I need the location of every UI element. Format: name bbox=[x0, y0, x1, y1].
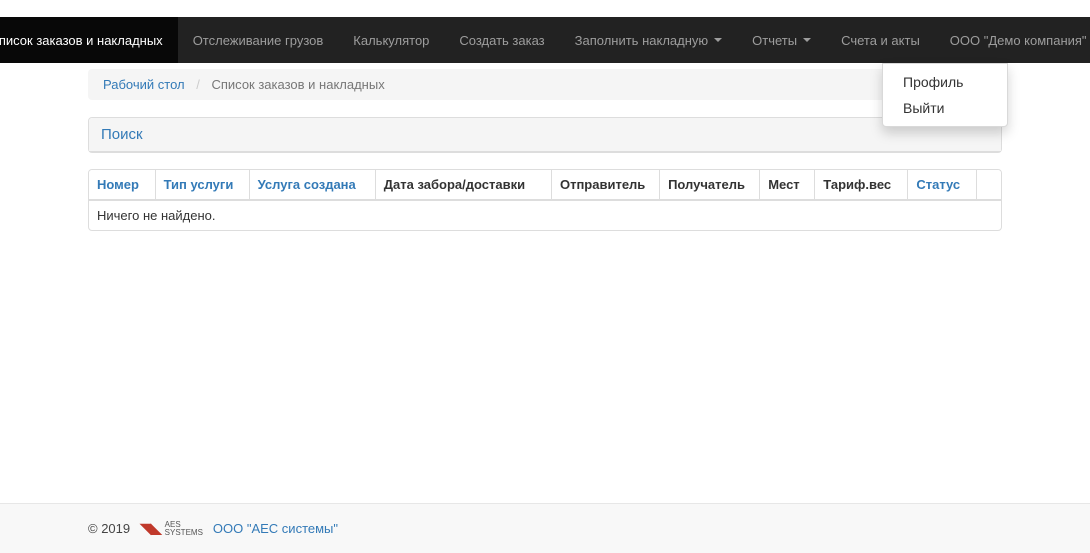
search-panel: Поиск bbox=[88, 117, 1002, 153]
col-service-type[interactable]: Тип услуги bbox=[155, 170, 249, 200]
nav-invoices[interactable]: Счета и акты bbox=[826, 17, 935, 63]
nav-create-order[interactable]: Создать заказ bbox=[444, 17, 559, 63]
breadcrumb-root-link[interactable]: Рабочий стол bbox=[103, 77, 185, 92]
nav-company-menu[interactable]: ООО "Демо компания" bbox=[935, 17, 1090, 63]
col-status[interactable]: Статус bbox=[908, 170, 977, 200]
table-empty-row: Ничего не найдено. bbox=[89, 200, 1001, 230]
col-recipient: Получатель bbox=[660, 170, 760, 200]
breadcrumb-separator: / bbox=[196, 77, 200, 92]
col-places: Мест bbox=[760, 170, 815, 200]
breadcrumb: Рабочий стол / Список заказов и накладны… bbox=[88, 69, 1002, 100]
col-tariff-weight: Тариф.вес bbox=[815, 170, 908, 200]
col-created[interactable]: Услуга создана bbox=[249, 170, 375, 200]
dropdown-logout[interactable]: Выйти bbox=[883, 95, 1007, 121]
nav-calculator[interactable]: Калькулятор bbox=[338, 17, 444, 63]
search-panel-toggle[interactable]: Поиск bbox=[89, 118, 1001, 152]
breadcrumb-current: Список заказов и накладных bbox=[211, 77, 384, 92]
nav-tracking[interactable]: Отслеживание грузов bbox=[178, 17, 339, 63]
chevron-down-icon bbox=[803, 38, 811, 42]
orders-table: Номер Тип услуги Услуга создана Дата заб… bbox=[89, 170, 1001, 230]
nav-orders-list[interactable]: Список заказов и накладных bbox=[0, 17, 178, 63]
orders-table-wrap: Номер Тип услуги Услуга создана Дата заб… bbox=[88, 169, 1002, 231]
col-pickup-date: Дата забора/доставки bbox=[375, 170, 551, 200]
footer-company-link[interactable]: ООО "АЕС системы" bbox=[213, 521, 338, 536]
user-dropdown: Профиль Выйти bbox=[882, 63, 1008, 127]
empty-text: Ничего не найдено. bbox=[89, 200, 1001, 230]
main-navbar: Список заказов и накладных Отслеживание … bbox=[0, 17, 1090, 63]
copyright: © 2019 bbox=[88, 521, 130, 536]
nav-fill-waybill[interactable]: Заполнить накладную bbox=[560, 17, 738, 63]
nav-reports[interactable]: Отчеты bbox=[737, 17, 826, 63]
page-footer: © 2019 ◥◣ AES SYSTEMS ООО "АЕС системы" bbox=[0, 503, 1090, 553]
chevron-down-icon bbox=[714, 38, 722, 42]
dropdown-profile[interactable]: Профиль bbox=[883, 69, 1007, 95]
col-number[interactable]: Номер bbox=[89, 170, 155, 200]
aes-logo: ◥◣ AES SYSTEMS bbox=[140, 520, 203, 537]
col-actions bbox=[977, 170, 1001, 200]
logo-mark-icon: ◥◣ bbox=[140, 520, 162, 537]
col-sender: Отправитель bbox=[551, 170, 659, 200]
